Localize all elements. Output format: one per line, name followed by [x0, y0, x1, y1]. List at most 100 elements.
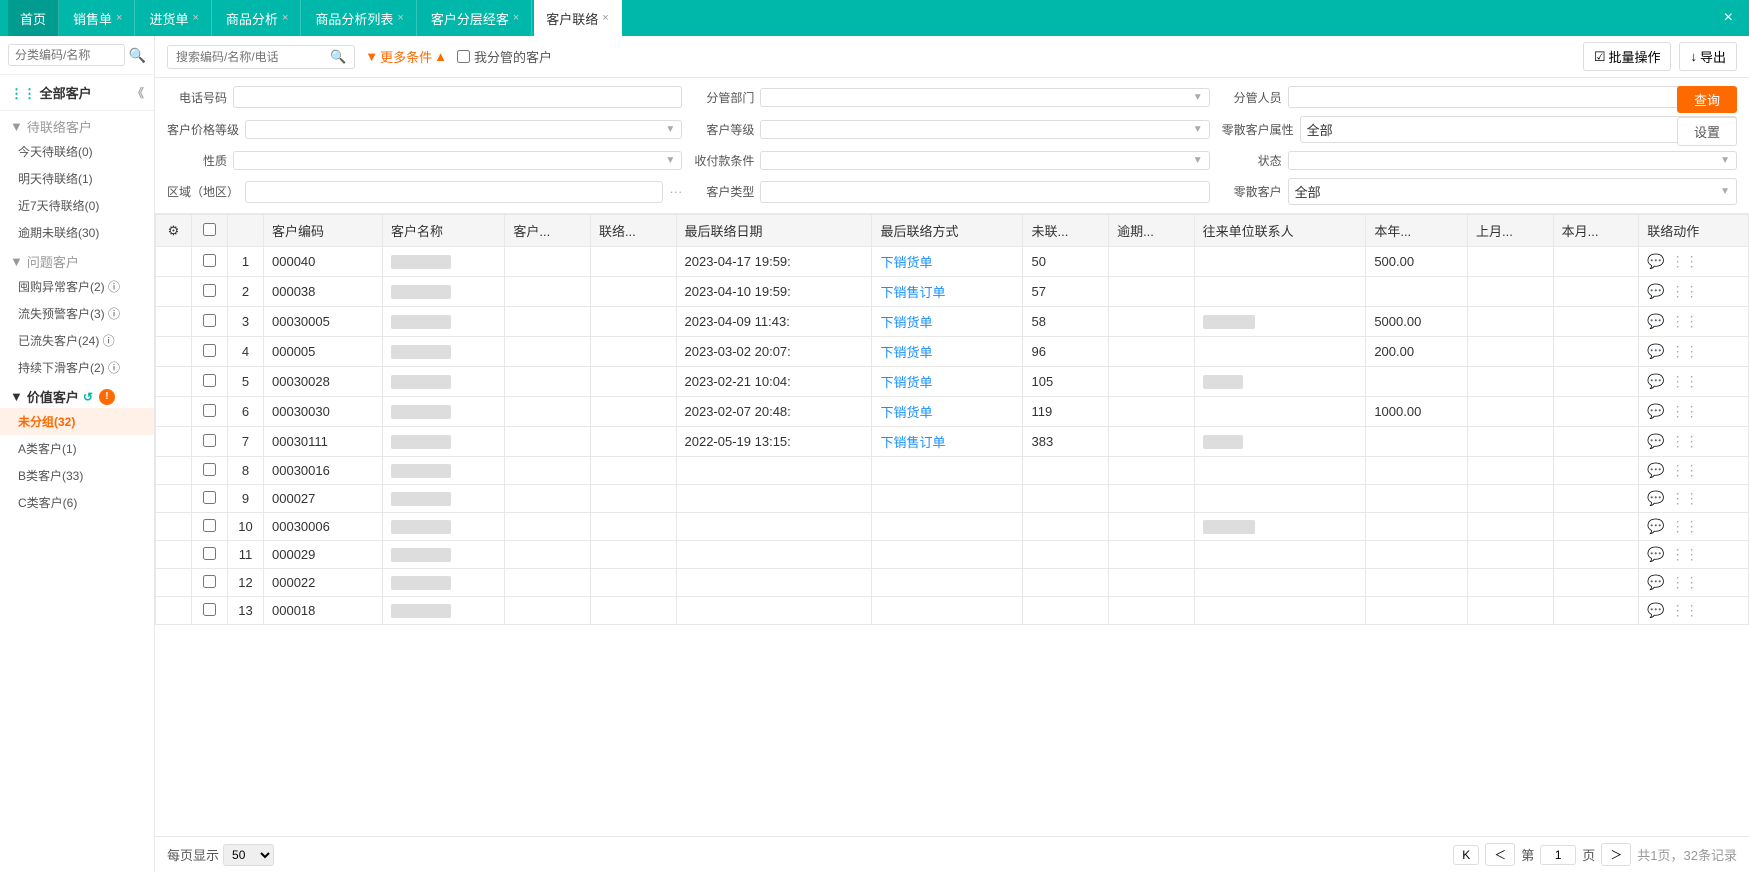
cell-checkbox[interactable]	[192, 367, 228, 397]
col-last-contact-method[interactable]: 最后联络方式	[872, 215, 1023, 247]
sidebar-item-a-class[interactable]: A类客户(1)	[0, 435, 154, 462]
cell-checkbox[interactable]	[192, 397, 228, 427]
select-all-checkbox[interactable]	[203, 223, 216, 236]
cell-last-contact-method[interactable]: 下销货单	[872, 247, 1023, 277]
tab-analysis[interactable]: 商品分析 ×	[214, 0, 301, 36]
region-dots[interactable]: ···	[669, 184, 682, 199]
tab-analysis-close[interactable]: ×	[282, 12, 288, 24]
row-checkbox[interactable]	[203, 254, 216, 267]
contact-method-link[interactable]: 下销售订单	[880, 285, 945, 300]
cell-checkbox[interactable]	[192, 277, 228, 307]
grid-icon[interactable]: ⋮⋮	[1671, 433, 1699, 450]
sidebar-search-icon[interactable]: 🔍	[129, 47, 146, 64]
chat-icon[interactable]: 💬	[1647, 462, 1664, 479]
contact-method-link[interactable]: 下销售订单	[880, 435, 945, 450]
tab-customer-segment[interactable]: 客户分层经客 ×	[419, 0, 532, 36]
col-checkbox[interactable]	[192, 215, 228, 247]
sidebar-item-7days[interactable]: 近7天待联络(0)	[0, 192, 154, 219]
col-type[interactable]: 客户...	[505, 215, 591, 247]
grid-icon[interactable]: ⋮⋮	[1671, 602, 1699, 619]
refresh-icon[interactable]: ↺	[83, 390, 93, 404]
row-checkbox[interactable]	[203, 547, 216, 560]
cell-checkbox[interactable]	[192, 457, 228, 485]
filter-select-retail[interactable]: 全部 ▼	[1288, 178, 1737, 205]
filter-more-button[interactable]: ▼ 更多条件 ▲	[365, 47, 447, 66]
cell-checkbox[interactable]	[192, 427, 228, 457]
cell-last-contact-method[interactable]: 下销货单	[872, 367, 1023, 397]
grid-icon[interactable]: ⋮⋮	[1671, 518, 1699, 535]
tab-customer-contact-close[interactable]: ×	[602, 12, 608, 24]
sidebar-section-value[interactable]: ▼ 价值客户 ↺ !	[0, 381, 154, 408]
cell-last-contact-method[interactable]: 下销售订单	[872, 277, 1023, 307]
tab-customer-segment-close[interactable]: ×	[513, 12, 519, 24]
filter-select-customer-level[interactable]: ▼	[760, 120, 1209, 139]
row-checkbox[interactable]	[203, 284, 216, 297]
row-checkbox[interactable]	[203, 519, 216, 532]
sidebar-item-churn-warning[interactable]: 流失预警客户(3) ⓘ	[0, 300, 154, 327]
row-checkbox[interactable]	[203, 374, 216, 387]
batch-operation-button[interactable]: ☑ 批量操作	[1583, 42, 1672, 71]
tab-home[interactable]: 首页	[8, 0, 59, 36]
col-not-contacted[interactable]: 未联...	[1023, 215, 1109, 247]
filter-input-customer-type[interactable]	[760, 181, 1209, 203]
filter-input-region[interactable]	[245, 181, 663, 203]
cell-checkbox[interactable]	[192, 247, 228, 277]
filter-search-icon[interactable]: 🔍	[330, 49, 346, 65]
sidebar-item-c-class[interactable]: C类客户(6)	[0, 489, 154, 516]
grid-icon[interactable]: ⋮⋮	[1671, 373, 1699, 390]
close-all-button[interactable]: ×	[1716, 9, 1741, 27]
cell-last-contact-method[interactable]: 下销货单	[872, 307, 1023, 337]
sidebar-item-b-class[interactable]: B类客户(33)	[0, 462, 154, 489]
prev-page-button[interactable]: ＜	[1485, 843, 1515, 866]
chat-icon[interactable]: 💬	[1647, 403, 1664, 420]
row-checkbox[interactable]	[203, 314, 216, 327]
tab-analysis-list-close[interactable]: ×	[397, 12, 403, 24]
row-checkbox[interactable]	[203, 491, 216, 504]
cell-checkbox[interactable]	[192, 569, 228, 597]
row-checkbox[interactable]	[203, 434, 216, 447]
query-button[interactable]: 查询	[1677, 86, 1737, 113]
grid-icon[interactable]: ⋮⋮	[1671, 313, 1699, 330]
filter-input-phone[interactable]	[233, 86, 682, 108]
sidebar-section-problem[interactable]: ▼ 问题客户	[0, 246, 154, 273]
cell-checkbox[interactable]	[192, 597, 228, 625]
grid-icon[interactable]: ⋮⋮	[1671, 283, 1699, 300]
cell-last-contact-method[interactable]: 下销货单	[872, 397, 1023, 427]
col-this-month[interactable]: 本月...	[1553, 215, 1639, 247]
contact-method-link[interactable]: 下销货单	[880, 315, 932, 330]
contact-method-link[interactable]: 下销货单	[880, 345, 932, 360]
cell-checkbox[interactable]	[192, 541, 228, 569]
filter-select-nature[interactable]: ▼	[233, 151, 682, 170]
filter-search-input[interactable]	[176, 50, 326, 64]
chat-icon[interactable]: 💬	[1647, 253, 1664, 270]
sidebar-item-hoard-abnormal[interactable]: 囤购异常客户(2) ⓘ	[0, 273, 154, 300]
filter-my-customers[interactable]: 我分管的客户	[457, 47, 552, 66]
sidebar-item-churned[interactable]: 已流失客户(24) ⓘ	[0, 327, 154, 354]
contact-method-link[interactable]: 下销货单	[880, 405, 932, 420]
next-page-button[interactable]: ＞	[1601, 843, 1631, 866]
filter-select-payment[interactable]: ▼	[760, 151, 1209, 170]
sidebar-item-today[interactable]: 今天待联络(0)	[0, 138, 154, 165]
page-input[interactable]	[1540, 845, 1576, 865]
chat-icon[interactable]: 💬	[1647, 283, 1664, 300]
grid-icon[interactable]: ⋮⋮	[1671, 343, 1699, 360]
filter-select-price-level[interactable]: ▼	[245, 120, 682, 139]
col-last-month[interactable]: 上月...	[1468, 215, 1554, 247]
grid-icon[interactable]: ⋮⋮	[1671, 403, 1699, 420]
chat-icon[interactable]: 💬	[1647, 373, 1664, 390]
reset-button[interactable]: 设置	[1677, 117, 1737, 146]
row-checkbox[interactable]	[203, 344, 216, 357]
cell-checkbox[interactable]	[192, 307, 228, 337]
sidebar-item-tomorrow[interactable]: 明天待联络(1)	[0, 165, 154, 192]
chat-icon[interactable]: 💬	[1647, 313, 1664, 330]
tab-sales-close[interactable]: ×	[116, 12, 122, 24]
col-settings[interactable]: ⚙	[156, 215, 192, 247]
tab-sales[interactable]: 销售单 ×	[61, 0, 135, 36]
cell-checkbox[interactable]	[192, 337, 228, 367]
tab-purchase[interactable]: 进货单 ×	[137, 0, 211, 36]
contact-method-link[interactable]: 下销货单	[880, 255, 932, 270]
filter-select-status[interactable]: ▼	[1288, 151, 1737, 170]
col-overdue[interactable]: 逾期...	[1109, 215, 1195, 247]
tab-analysis-list[interactable]: 商品分析列表 ×	[303, 0, 416, 36]
col-contact[interactable]: 联络...	[590, 215, 676, 247]
